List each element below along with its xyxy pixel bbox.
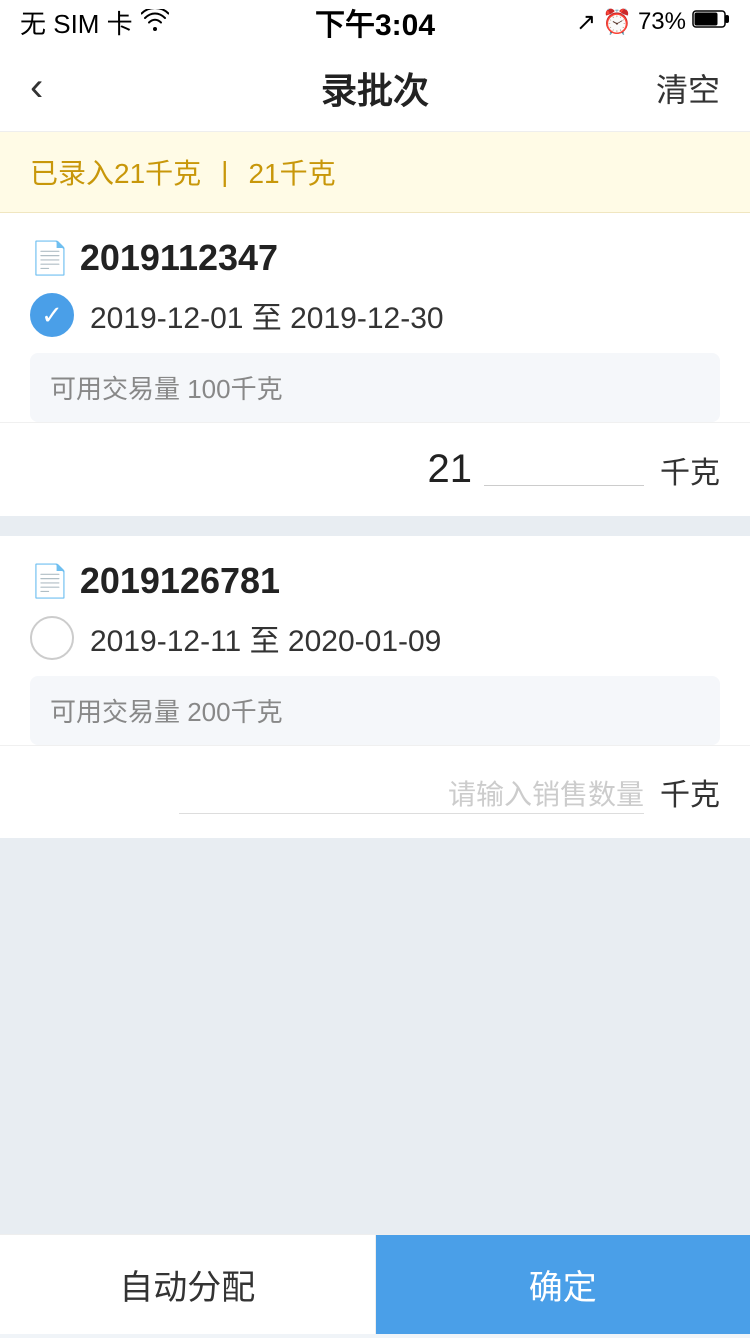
back-button[interactable]: ‹: [30, 65, 90, 110]
batch-card-2: 📄 2019126781 2019-12-11 至 2020-01-09 可用交…: [0, 536, 750, 745]
radio-1[interactable]: ✓: [30, 293, 74, 337]
no-sim-text: 无 SIM 卡: [20, 4, 133, 41]
location-icon: ↗: [576, 8, 596, 37]
summary-value: 21千克: [248, 152, 335, 192]
battery-text: 73%: [638, 8, 686, 36]
quantity-input-wrapper-2[interactable]: [30, 771, 644, 814]
batch-id-row-1: 📄 2019112347: [30, 237, 720, 279]
batch-item-2: 📄 2019126781 2019-12-11 至 2020-01-09 可用交…: [0, 536, 750, 838]
quantity-input-2[interactable]: [179, 771, 644, 814]
quantity-row-1: 21 千克: [0, 422, 750, 516]
status-time: 下午3:04: [315, 0, 435, 44]
batch-date-2: 2019-12-11 至 2020-01-09: [90, 616, 441, 660]
batch-id-row-2: 📄 2019126781: [30, 560, 720, 602]
quantity-row-2: 千克: [0, 745, 750, 838]
quantity-unit-2: 千克: [660, 770, 720, 814]
summary-bar: 已录入21千克 | 21千克: [0, 132, 750, 213]
availability-text-1: 可用交易量 100千克: [50, 374, 283, 404]
availability-row-2: 可用交易量 200千克: [30, 676, 720, 745]
clear-button[interactable]: 清空: [656, 65, 720, 111]
wifi-icon: [141, 7, 169, 38]
section-divider: [0, 516, 750, 536]
batch-card-1: 📄 2019112347 ✓ 2019-12-01 至 2019-12-30 可…: [0, 213, 750, 422]
batch-date-row-1[interactable]: ✓ 2019-12-01 至 2019-12-30: [30, 293, 720, 337]
batch-icon-1: 📄: [30, 239, 70, 277]
battery-icon: [692, 8, 730, 36]
confirm-button[interactable]: 确定: [376, 1235, 750, 1334]
batch-id-text-1: 2019112347: [80, 237, 278, 279]
availability-text-2: 可用交易量 200千克: [50, 697, 283, 727]
batch-id-text-2: 2019126781: [80, 560, 280, 602]
checkmark-1: ✓: [41, 302, 63, 328]
summary-divider: |: [221, 156, 228, 188]
content-area: 已录入21千克 | 21千克 📄 2019112347 ✓ 2019-12-01…: [0, 132, 750, 1338]
status-right: ↗ ⏰ 73%: [576, 8, 730, 37]
batch-icon-2: 📄: [30, 562, 70, 600]
auto-distribute-button[interactable]: 自动分配: [0, 1235, 376, 1334]
availability-row-1: 可用交易量 100千克: [30, 353, 720, 422]
quantity-value-1: 21: [428, 447, 473, 492]
nav-bar: ‹ 录批次 清空: [0, 44, 750, 132]
quantity-unit-1: 千克: [660, 448, 720, 492]
radio-2[interactable]: [30, 616, 74, 660]
footer: 自动分配 确定: [0, 1234, 750, 1334]
batch-date-row-2[interactable]: 2019-12-11 至 2020-01-09: [30, 616, 720, 660]
summary-entered-label: 已录入21千克: [30, 152, 201, 192]
batch-date-1: 2019-12-01 至 2019-12-30: [90, 293, 444, 337]
status-bar: 无 SIM 卡 下午3:04 ↗ ⏰ 73%: [0, 0, 750, 44]
quantity-input-wrapper-1: 21: [30, 447, 644, 492]
bottom-spacer: [0, 838, 750, 1238]
page-title: 录批次: [321, 62, 429, 114]
alarm-icon: ⏰: [602, 8, 632, 37]
batch-item-1: 📄 2019112347 ✓ 2019-12-01 至 2019-12-30 可…: [0, 213, 750, 516]
status-left: 无 SIM 卡: [20, 4, 169, 41]
